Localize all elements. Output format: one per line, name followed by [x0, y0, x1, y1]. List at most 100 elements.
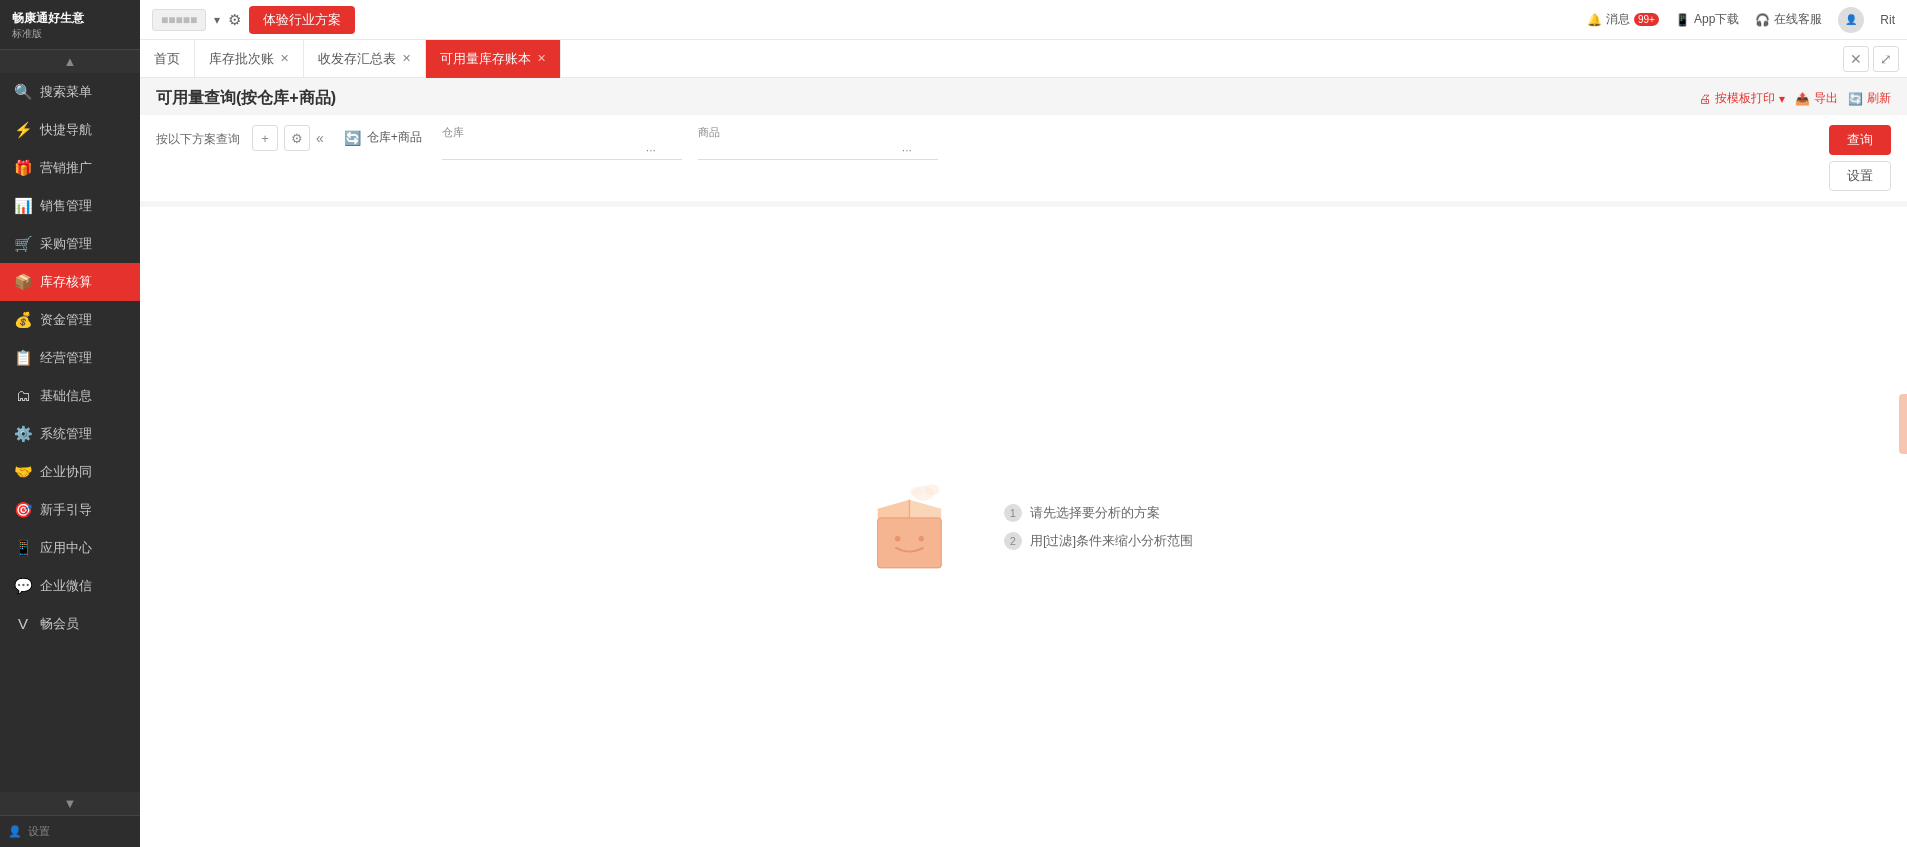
svg-marker-1: [878, 500, 910, 518]
tab-home-label: 首页: [154, 50, 180, 68]
tab-available-qty-label: 可用量库存账本: [440, 50, 531, 68]
sidebar-item-operations[interactable]: 📋 经营管理: [0, 339, 140, 377]
sidebar-item-enterprise-wechat[interactable]: 💬 企业微信: [0, 567, 140, 605]
goods-label: 商品: [698, 125, 938, 140]
svg-point-8: [925, 484, 940, 495]
avatar: 👤: [1838, 7, 1864, 33]
svg-point-9: [909, 487, 922, 496]
topbar-dropdown-icon[interactable]: ▾: [214, 13, 220, 27]
empty-area: 1 请先选择要分析的方案 2 用[过滤]条件来缩小分析范围: [140, 207, 1907, 847]
filter-scheme-item[interactable]: 🔄 仓库+商品: [336, 125, 430, 150]
warehouse-input-container: ···: [442, 142, 682, 160]
breadcrumb-text: ■■■■■: [161, 13, 197, 27]
warehouse-field: 仓库 ···: [442, 125, 682, 160]
sidebar-item-shortcut[interactable]: ⚡ 快捷导航: [0, 111, 140, 149]
sidebar-item-label: 资金管理: [40, 311, 92, 329]
printer-icon: 🖨: [1699, 92, 1711, 106]
sidebar-item-enterprise[interactable]: 🤝 企业协同: [0, 453, 140, 491]
tab-home[interactable]: 首页: [140, 40, 195, 78]
clipboard-icon: 📋: [14, 349, 32, 367]
page-header-actions: 🖨 按模板打印 ▾ 📤 导出 🔄 刷新: [1699, 90, 1891, 107]
tab-batch-account-close[interactable]: ✕: [280, 52, 289, 65]
filter-scheme-label: 仓库+商品: [367, 129, 422, 146]
tab-expand-btn[interactable]: ⤢: [1873, 46, 1899, 72]
print-btn[interactable]: 🖨 按模板打印 ▾: [1699, 90, 1785, 107]
sidebar-footer[interactable]: 👤 设置: [0, 815, 140, 847]
sidebar-item-finance[interactable]: 💰 资金管理: [0, 301, 140, 339]
tabs-bar: 首页 库存批次账 ✕ 收发存汇总表 ✕ 可用量库存账本 ✕ ✕ ⤢: [140, 40, 1907, 78]
main-area: ■■■■■ ▾ ⚙ 体验行业方案 🔔 消息 99+ 📱 App下载 🎧 在线客服…: [140, 0, 1907, 847]
svg-point-6: [918, 536, 923, 541]
topbar-right: 🔔 消息 99+ 📱 App下载 🎧 在线客服 👤 Rit: [1587, 7, 1895, 33]
empty-tip-1: 1 请先选择要分析的方案: [1004, 504, 1193, 522]
online-service-btn[interactable]: 🎧 在线客服: [1755, 11, 1822, 28]
sidebar-footer-label: 设置: [28, 824, 50, 839]
trial-btn[interactable]: 体验行业方案: [249, 6, 355, 34]
cart-icon: 🛒: [14, 235, 32, 253]
sidebar-item-system[interactable]: ⚙️ 系统管理: [0, 415, 140, 453]
sidebar-item-label: 企业协同: [40, 463, 92, 481]
notice-btn[interactable]: 🔔 消息 99+: [1587, 11, 1659, 28]
sidebar-item-member[interactable]: V 畅会员: [0, 605, 140, 643]
sidebar-item-sales[interactable]: 📊 销售管理: [0, 187, 140, 225]
chart-icon: 📊: [14, 197, 32, 215]
filter-settings-btn[interactable]: ⚙: [284, 125, 310, 151]
tab-batch-account[interactable]: 库存批次账 ✕: [195, 40, 304, 78]
filter-collapse-btn[interactable]: «: [316, 130, 324, 146]
tab-recv-summary-close[interactable]: ✕: [402, 52, 411, 65]
sidebar-item-purchase[interactable]: 🛒 采购管理: [0, 225, 140, 263]
tab-available-qty-close[interactable]: ✕: [537, 52, 546, 65]
tab-recv-summary[interactable]: 收发存汇总表 ✕: [304, 40, 426, 78]
sidebar-item-label: 应用中心: [40, 539, 92, 557]
settings-btn[interactable]: 设置: [1829, 161, 1891, 191]
sidebar-item-label: 营销推广: [40, 159, 92, 177]
member-icon: V: [14, 615, 32, 633]
tab-available-qty[interactable]: 可用量库存账本 ✕: [426, 40, 561, 78]
sidebar-item-search[interactable]: 🔍 搜索菜单: [0, 73, 140, 111]
inventory-icon: 📦: [14, 273, 32, 291]
query-btn[interactable]: 查询: [1829, 125, 1891, 155]
tab-close-btn[interactable]: ✕: [1843, 46, 1869, 72]
refresh-btn[interactable]: 🔄 刷新: [1848, 90, 1891, 107]
sidebar-item-label: 新手引导: [40, 501, 92, 519]
sidebar-item-basic[interactable]: 🗂 基础信息: [0, 377, 140, 415]
sidebar-version: 标准版: [12, 27, 128, 41]
goods-input[interactable]: [698, 142, 898, 157]
sidebar-item-app-center[interactable]: 📱 应用中心: [0, 529, 140, 567]
filter-add-btn[interactable]: +: [252, 125, 278, 151]
empty-tips: 1 请先选择要分析的方案 2 用[过滤]条件来缩小分析范围: [1004, 504, 1193, 550]
app-icon: 📱: [14, 539, 32, 557]
goods-input-container: ···: [698, 142, 938, 160]
page-title: 可用量查询(按仓库+商品): [156, 88, 336, 109]
wechat-icon: 💬: [14, 577, 32, 595]
sidebar-item-label: 经营管理: [40, 349, 92, 367]
export-btn[interactable]: 📤 导出: [1795, 90, 1838, 107]
sidebar-item-label: 搜索菜单: [40, 83, 92, 101]
sidebar-footer-icon: 👤: [8, 825, 22, 838]
app-download-icon: 📱: [1675, 13, 1690, 27]
sidebar-scroll-up[interactable]: ▲: [0, 50, 140, 73]
print-btn-label: 按模板打印: [1715, 90, 1775, 107]
export-icon: 📤: [1795, 92, 1810, 106]
warehouse-input[interactable]: [442, 142, 642, 157]
filter-area: 按以下方案查询 + ⚙ « 🔄 仓库+商品 仓库 ···: [140, 115, 1907, 201]
empty-content: 1 请先选择要分析的方案 2 用[过滤]条件来缩小分析范围: [854, 477, 1193, 577]
topbar-gear-icon[interactable]: ⚙: [228, 11, 241, 29]
goods-more-btn[interactable]: ···: [902, 143, 912, 157]
sidebar: 畅康通好生意 标准版 ▲ 🔍 搜索菜单 ⚡ 快捷导航 🎁 营销推广 📊 销售管理…: [0, 0, 140, 847]
export-btn-label: 导出: [1814, 90, 1838, 107]
sidebar-item-inventory[interactable]: 📦 库存核算: [0, 263, 140, 301]
notice-label: 消息: [1606, 11, 1630, 28]
sidebar-item-newbie[interactable]: 🎯 新手引导: [0, 491, 140, 529]
sidebar-scroll-down[interactable]: ▼: [0, 792, 140, 815]
warehouse-more-btn[interactable]: ···: [646, 143, 656, 157]
page-header: 可用量查询(按仓库+商品) 🖨 按模板打印 ▾ 📤 导出 🔄 刷新: [140, 78, 1907, 115]
app-download-btn[interactable]: 📱 App下载: [1675, 11, 1739, 28]
sidebar-item-label: 采购管理: [40, 235, 92, 253]
sidebar-item-marketing[interactable]: 🎁 营销推广: [0, 149, 140, 187]
target-icon: 🎯: [14, 501, 32, 519]
sidebar-nav: 🔍 搜索菜单 ⚡ 快捷导航 🎁 营销推广 📊 销售管理 🛒 采购管理 📦 库存核…: [0, 73, 140, 792]
tip-2-number: 2: [1004, 532, 1022, 550]
svg-rect-0: [878, 518, 942, 568]
search-icon: 🔍: [14, 83, 32, 101]
